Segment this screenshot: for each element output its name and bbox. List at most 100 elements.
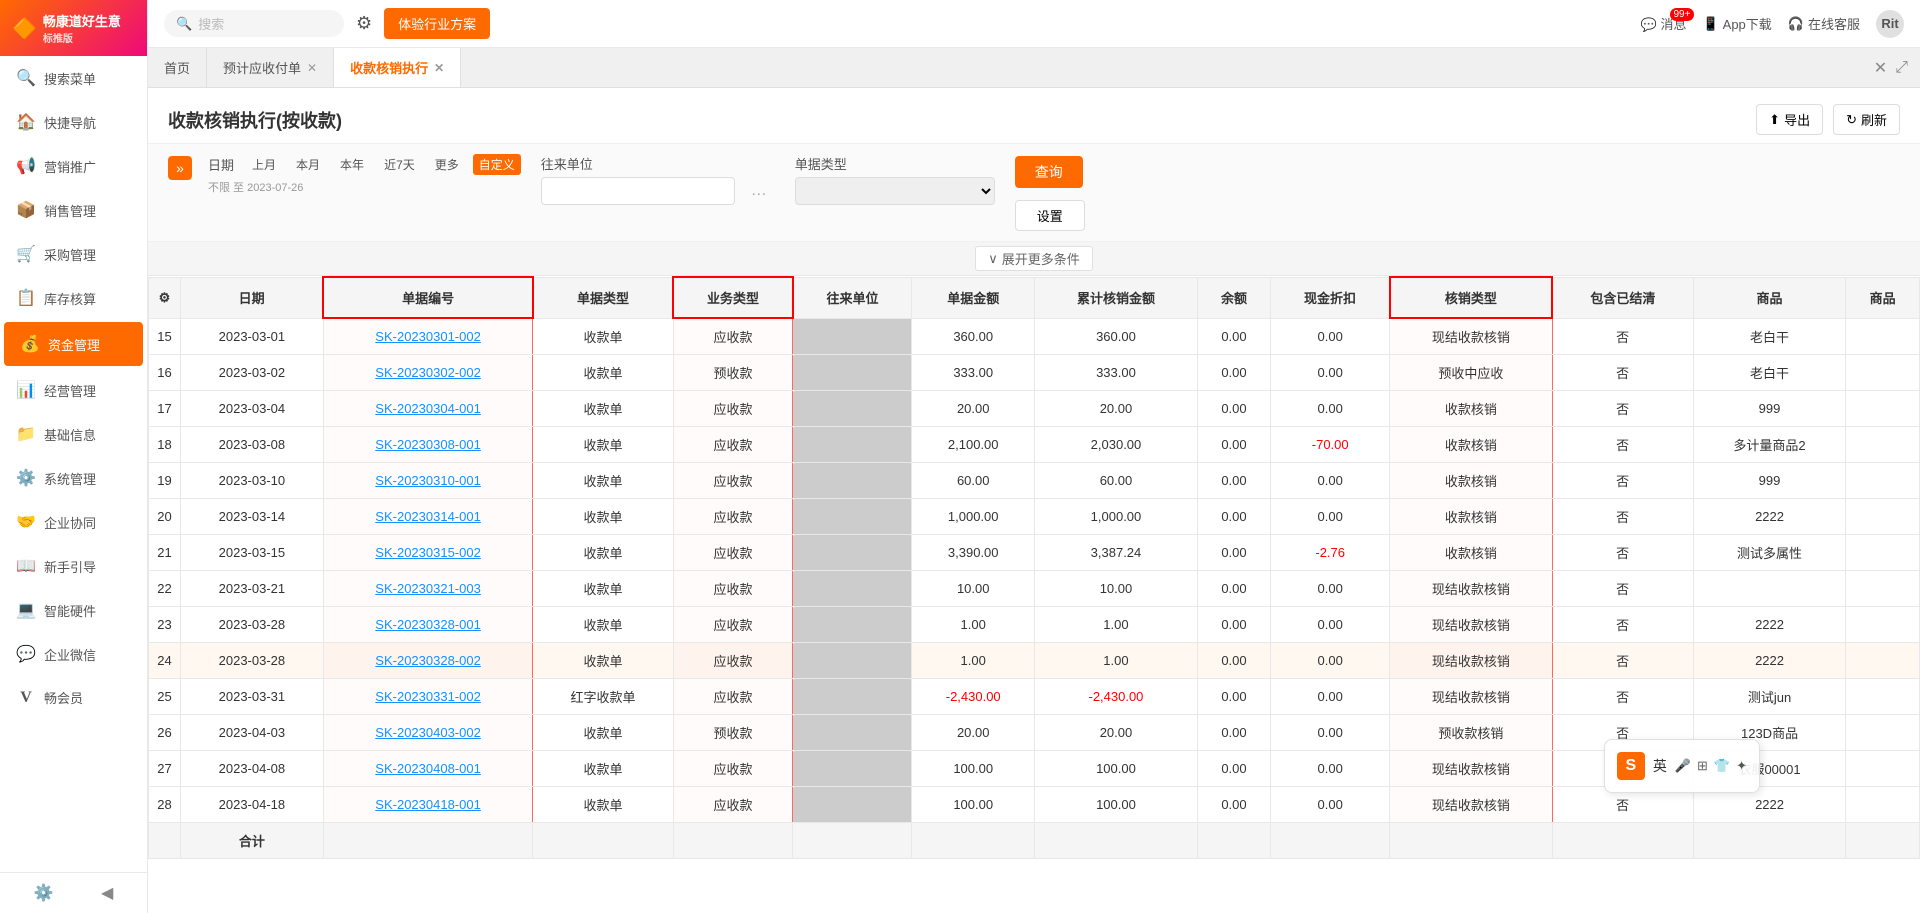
order-link[interactable]: SK-20230418-001 bbox=[375, 797, 481, 812]
order-link[interactable]: SK-20230308-001 bbox=[375, 437, 481, 452]
close-tab-icon[interactable]: ✕ bbox=[1874, 58, 1887, 78]
sidebar-item-newbie[interactable]: 📖 新手引导 bbox=[0, 544, 147, 588]
td-order-no[interactable]: SK-20230328-002 bbox=[323, 643, 533, 679]
search-bar[interactable]: 🔍 搜索 bbox=[164, 10, 344, 37]
th-settings[interactable]: ⚙ bbox=[149, 277, 181, 318]
th-amount[interactable]: 单据金额 bbox=[912, 277, 1035, 318]
message-badge[interactable]: 💬 消息 99+ bbox=[1641, 14, 1687, 33]
order-link[interactable]: SK-20230314-001 bbox=[375, 509, 481, 524]
table-container[interactable]: ⚙ 日期 单据编号 单据类型 业务类型 往来单位 单据金额 累计核销金额 余额 … bbox=[148, 276, 1920, 913]
collapse-btn[interactable]: ◀ bbox=[101, 883, 113, 903]
settings-footer-btn[interactable]: ⚙️ bbox=[34, 883, 54, 903]
th-product2[interactable]: 商品 bbox=[1846, 277, 1920, 318]
td-order-no[interactable]: SK-20230403-002 bbox=[323, 715, 533, 751]
date-btn-more[interactable]: 更多 bbox=[429, 154, 465, 175]
date-btn-custom[interactable]: 自定义 bbox=[473, 154, 521, 175]
td-order-no[interactable]: SK-20230321-003 bbox=[323, 571, 533, 607]
th-product[interactable]: 商品 bbox=[1693, 277, 1846, 318]
th-discount[interactable]: 现金折扣 bbox=[1271, 277, 1390, 318]
td-doc-type: 收款单 bbox=[533, 318, 673, 355]
td-order-no[interactable]: SK-20230304-001 bbox=[323, 391, 533, 427]
sidebar-item-basic[interactable]: 📁 基础信息 bbox=[0, 412, 147, 456]
td-discount: 0.00 bbox=[1271, 679, 1390, 715]
order-link[interactable]: SK-20230328-001 bbox=[375, 617, 481, 632]
td-included: 否 bbox=[1552, 571, 1693, 607]
order-link[interactable]: SK-20230328-002 bbox=[375, 653, 481, 668]
sidebar-item-marketing[interactable]: 📢 营销推广 bbox=[0, 144, 147, 188]
th-biz-type[interactable]: 业务类型 bbox=[673, 277, 793, 318]
order-link[interactable]: SK-20230310-001 bbox=[375, 473, 481, 488]
td-order-no[interactable]: SK-20230408-001 bbox=[323, 751, 533, 787]
sidebar-item-system[interactable]: ⚙️ 系统管理 bbox=[0, 456, 147, 500]
sidebar-item-inventory[interactable]: 📋 库存核算 bbox=[0, 276, 147, 320]
sidebar-item-wechat[interactable]: 💬 企业微信 bbox=[0, 632, 147, 676]
th-counterparty[interactable]: 往来单位 bbox=[793, 277, 912, 318]
td-product: 2222 bbox=[1693, 499, 1846, 535]
sidebar-item-hardware[interactable]: 💻 智能硬件 bbox=[0, 588, 147, 632]
th-doc-type[interactable]: 单据类型 bbox=[533, 277, 673, 318]
service-link[interactable]: 🎧 在线客服 bbox=[1788, 14, 1860, 33]
sidebar-item-search[interactable]: 🔍 搜索菜单 bbox=[0, 56, 147, 100]
td-order-no[interactable]: SK-20230314-001 bbox=[323, 499, 533, 535]
td-order-no[interactable]: SK-20230331-002 bbox=[323, 679, 533, 715]
td-product: 测试jun bbox=[1693, 679, 1846, 715]
order-link[interactable]: SK-20230315-002 bbox=[375, 545, 481, 560]
th-date[interactable]: 日期 bbox=[181, 277, 324, 318]
th-order-no[interactable]: 单据编号 bbox=[323, 277, 533, 318]
order-link[interactable]: SK-20230304-001 bbox=[375, 401, 481, 416]
order-link[interactable]: SK-20230403-002 bbox=[375, 725, 481, 740]
td-order-no[interactable]: SK-20230308-001 bbox=[323, 427, 533, 463]
sidebar-item-member[interactable]: V 畅会员 bbox=[0, 676, 147, 719]
ellipsis-btn[interactable]: … bbox=[743, 182, 775, 200]
th-cancel-amount[interactable]: 累计核销金额 bbox=[1035, 277, 1197, 318]
sidebar-item-finance[interactable]: 💰 资金管理 bbox=[4, 322, 143, 366]
receipt-type-select[interactable] bbox=[795, 177, 995, 205]
refresh-icon: ↻ bbox=[1846, 112, 1857, 128]
td-order-no[interactable]: SK-20230301-002 bbox=[323, 318, 533, 355]
date-btn-7days[interactable]: 近7天 bbox=[378, 154, 421, 175]
refresh-btn[interactable]: ↻ 刷新 bbox=[1833, 104, 1900, 135]
export-btn[interactable]: ⬆ 导出 bbox=[1756, 104, 1823, 135]
table-row: 172023-03-04SK-20230304-001收款单应收款████20.… bbox=[149, 391, 1920, 427]
td-amount: 2,100.00 bbox=[912, 427, 1035, 463]
query-btn[interactable]: 查询 bbox=[1015, 156, 1083, 188]
tab-close-receivables[interactable]: ✕ bbox=[307, 61, 317, 75]
sidebar-item-guide[interactable]: 🏠 快捷导航 bbox=[0, 100, 147, 144]
sales-icon: 📦 bbox=[16, 200, 36, 220]
user-avatar[interactable]: Rit bbox=[1876, 10, 1904, 38]
settings-sm-btn[interactable]: 设置 bbox=[1015, 200, 1085, 231]
order-link[interactable]: SK-20230321-003 bbox=[375, 581, 481, 596]
sidebar-item-purchase[interactable]: 🛒 采购管理 bbox=[0, 232, 147, 276]
industry-btn[interactable]: 体验行业方案 bbox=[384, 8, 490, 39]
td-order-no[interactable]: SK-20230418-001 bbox=[323, 787, 533, 823]
td-order-no[interactable]: SK-20230328-001 bbox=[323, 607, 533, 643]
counterparty-input[interactable] bbox=[541, 177, 735, 205]
order-link[interactable]: SK-20230302-002 bbox=[375, 365, 481, 380]
filter-toggle-btn[interactable]: » bbox=[168, 156, 192, 180]
td-order-no[interactable]: SK-20230302-002 bbox=[323, 355, 533, 391]
date-btn-last-month[interactable]: 上月 bbox=[246, 154, 282, 175]
td-date: 2023-03-01 bbox=[181, 318, 324, 355]
tab-home[interactable]: 首页 bbox=[148, 48, 207, 87]
topbar-right: 💬 消息 99+ 📱 App下载 🎧 在线客服 Rit bbox=[1641, 10, 1904, 38]
sidebar-item-operation[interactable]: 📊 经营管理 bbox=[0, 368, 147, 412]
th-cancel-type[interactable]: 核销类型 bbox=[1390, 277, 1552, 318]
maximize-icon[interactable]: ⤢ bbox=[1895, 59, 1908, 77]
expand-conditions-btn[interactable]: ∨ 展开更多条件 bbox=[975, 246, 1093, 271]
tab-receivables[interactable]: 预计应收付单 ✕ bbox=[207, 48, 334, 87]
date-btn-this-year[interactable]: 本年 bbox=[334, 154, 370, 175]
order-link[interactable]: SK-20230331-002 bbox=[375, 689, 481, 704]
order-link[interactable]: SK-20230408-001 bbox=[375, 761, 481, 776]
td-order-no[interactable]: SK-20230315-002 bbox=[323, 535, 533, 571]
tab-close-cancel[interactable]: ✕ bbox=[434, 61, 444, 75]
sidebar-item-sales[interactable]: 📦 销售管理 bbox=[0, 188, 147, 232]
th-balance[interactable]: 余额 bbox=[1197, 277, 1271, 318]
tab-cancel[interactable]: 收款核销执行 ✕ bbox=[334, 48, 461, 87]
td-order-no[interactable]: SK-20230310-001 bbox=[323, 463, 533, 499]
app-download-link[interactable]: 📱 App下载 bbox=[1702, 14, 1771, 33]
order-link[interactable]: SK-20230301-002 bbox=[375, 329, 481, 344]
sidebar-item-collab[interactable]: 🤝 企业协同 bbox=[0, 500, 147, 544]
th-included[interactable]: 包含已结清 bbox=[1552, 277, 1693, 318]
date-btn-this-month[interactable]: 本月 bbox=[290, 154, 326, 175]
settings-icon[interactable]: ⚙ bbox=[356, 13, 372, 34]
